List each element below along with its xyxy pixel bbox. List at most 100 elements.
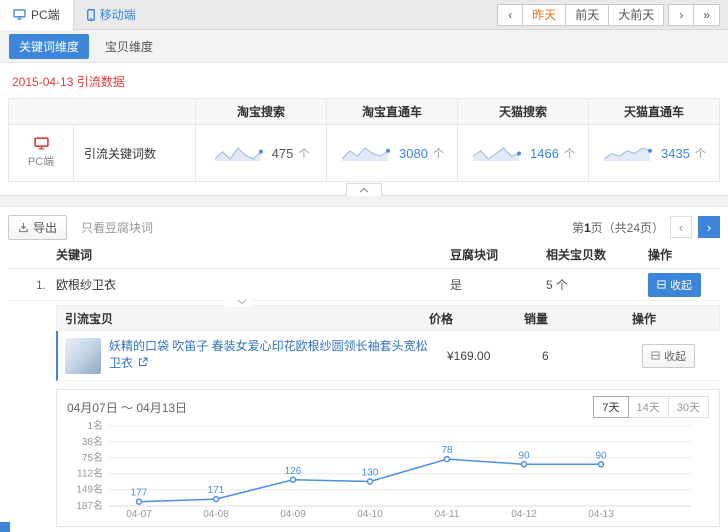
tab-pc[interactable]: PC端 xyxy=(0,0,74,30)
svg-text:126: 126 xyxy=(285,466,302,477)
tab-item-dimension[interactable]: 宝贝维度 xyxy=(105,38,153,55)
summary-collapse-toggle[interactable] xyxy=(346,183,382,196)
svg-text:38名: 38名 xyxy=(82,435,103,448)
sparkline xyxy=(471,143,525,163)
sparkline xyxy=(340,143,394,163)
header-tofu: 豆腐块词 xyxy=(450,246,546,263)
nav-prev-day-button[interactable]: ‹ xyxy=(497,4,523,26)
header-price: 价格 xyxy=(421,310,516,327)
chart-date-range: 04月07日 ～ 04月13日 xyxy=(67,399,187,416)
header-traffic-item: 引流宝贝 xyxy=(57,310,421,327)
svg-text:04-07: 04-07 xyxy=(126,509,152,520)
summary-col-tmall-ztc: 天猫直通车 xyxy=(588,99,719,125)
page-next-button[interactable]: › xyxy=(698,216,720,238)
export-label: 导出 xyxy=(33,219,57,236)
svg-text:90: 90 xyxy=(518,450,530,461)
corner-accent xyxy=(0,522,10,532)
metric-unit: 个 xyxy=(298,145,309,161)
page-prev-button[interactable]: ‹ xyxy=(670,216,692,238)
rank-chart-box: 04月07日 ～ 04月13日 7天 14天 30天 1名38名75名112名1… xyxy=(56,389,720,527)
product-sales: 6 xyxy=(534,349,642,363)
panel-gap xyxy=(0,196,728,206)
metric-value: 475 xyxy=(272,146,294,161)
svg-text:04-09: 04-09 xyxy=(280,509,306,520)
svg-text:187名: 187名 xyxy=(76,499,103,512)
table-toolbar: 导出 只看豆腐块词 第1页（共24页） ‹ › xyxy=(8,213,720,241)
range-7d-button[interactable]: 7天 xyxy=(593,396,628,418)
pagination: 第1页（共24页） ‹ › xyxy=(572,216,720,238)
header-action: 操作 xyxy=(648,246,720,263)
metric-unit: 个 xyxy=(695,145,706,161)
keywords-table-header: 关键词 豆腐块词 相关宝贝数 操作 xyxy=(8,241,720,269)
collapse-product-button[interactable]: 收起 xyxy=(642,344,695,368)
svg-text:04-08: 04-08 xyxy=(203,509,229,520)
header-item-count: 相关宝贝数 xyxy=(546,246,648,263)
summary-col-tmall-search: 天猫搜索 xyxy=(457,99,588,125)
chart-header: 04月07日 ～ 04月13日 7天 14天 30天 xyxy=(67,396,709,418)
svg-text:04-11: 04-11 xyxy=(435,509,460,520)
phone-icon xyxy=(87,9,95,21)
device-tab-bar: PC端 移动端 ‹ 昨天 前天 大前天 › » xyxy=(0,0,728,30)
metric-value: 1466 xyxy=(530,146,559,161)
keyword-detail-panel: 引流宝贝 价格 销量 操作 妖精的口袋 吹笛子 春装女爱心印花欧根纱圆领长袖套头… xyxy=(56,305,720,527)
item-count-value: 5 个 xyxy=(546,276,648,293)
summary-header-empty xyxy=(9,99,195,125)
summary-row-label: 引流关键词数 xyxy=(73,125,195,181)
svg-text:149名: 149名 xyxy=(76,483,103,496)
svg-text:78: 78 xyxy=(441,445,453,456)
tab-mobile-label: 移动端 xyxy=(100,6,136,23)
rank-line-chart: 1名38名75名112名149名187名17704-0717104-081260… xyxy=(67,420,707,520)
svg-text:171: 171 xyxy=(208,485,225,496)
svg-text:90: 90 xyxy=(595,450,607,461)
external-link-icon xyxy=(138,356,148,370)
tab-keyword-dimension[interactable]: 关键词维度 xyxy=(9,34,89,59)
summary-metric-tmall-ztc: 3435 个 xyxy=(588,125,719,181)
collapse-icon xyxy=(657,280,666,289)
nav-yesterday-button[interactable]: 昨天 xyxy=(522,4,566,26)
svg-text:112名: 112名 xyxy=(77,467,103,480)
summary-col-taobao-search: 淘宝搜索 xyxy=(195,99,326,125)
pagination-info: 第1页（共24页） xyxy=(572,219,664,236)
traffic-analytics-page: PC端 移动端 ‹ 昨天 前天 大前天 › » 关键词维度 宝贝维度 201 xyxy=(0,0,728,532)
summary-metric-tmall-search: 1466 个 xyxy=(457,125,588,181)
tab-pc-label: PC端 xyxy=(31,6,60,23)
collapse-keyword-button[interactable]: 收起 xyxy=(648,273,701,297)
summary-table: 淘宝搜索 淘宝直通车 天猫搜索 天猫直通车 PC端 引流关键词数 475 个 3… xyxy=(8,98,720,182)
range-30d-button[interactable]: 30天 xyxy=(668,396,709,418)
detail-table-header: 引流宝贝 价格 销量 操作 xyxy=(56,305,720,331)
export-button[interactable]: 导出 xyxy=(8,215,67,240)
date-title: 2015-04-13 引流数据 xyxy=(12,73,720,90)
chart-range-buttons: 7天 14天 30天 xyxy=(594,396,709,418)
range-14d-button[interactable]: 14天 xyxy=(628,396,669,418)
metric-value: 3435 xyxy=(661,146,690,161)
sparkline xyxy=(213,143,267,163)
nav-day-before-button[interactable]: 前天 xyxy=(565,4,609,26)
summary-device-label: PC端 xyxy=(28,153,54,169)
chevron-down-icon xyxy=(225,299,251,307)
nav-next-day-button[interactable]: › xyxy=(668,4,694,26)
svg-text:04-10: 04-10 xyxy=(357,509,383,520)
svg-text:1名: 1名 xyxy=(87,420,103,432)
dimension-tab-bar: 关键词维度 宝贝维度 xyxy=(0,30,728,62)
nav-latest-day-button[interactable]: » xyxy=(693,4,720,26)
svg-text:177: 177 xyxy=(131,488,148,499)
summary-metric-taobao-search: 475 个 xyxy=(195,125,326,181)
collapse-icon xyxy=(651,351,660,360)
summary-device-cell: PC端 xyxy=(9,125,73,181)
metric-value: 3080 xyxy=(399,146,428,161)
tab-mobile[interactable]: 移动端 xyxy=(74,0,149,30)
day-navigation: ‹ 昨天 前天 大前天 › » xyxy=(498,4,728,26)
nav-two-days-before-button[interactable]: 大前天 xyxy=(608,4,664,26)
monitor-icon xyxy=(13,9,26,20)
sparkline xyxy=(602,143,656,163)
monitor-icon xyxy=(34,137,49,150)
keywords-panel: 导出 只看豆腐块词 第1页（共24页） ‹ › 关键词 豆腐块词 相关宝贝数 操… xyxy=(0,206,728,532)
svg-text:04-12: 04-12 xyxy=(511,509,537,520)
keyword-text: 欧根纱卫衣 xyxy=(56,276,450,293)
tofu-value: 是 xyxy=(450,276,546,293)
product-thumbnail[interactable] xyxy=(65,338,101,374)
export-icon xyxy=(18,222,29,233)
product-row: 妖精的口袋 吹笛子 春装女爱心印花欧根纱圆领长袖套头宽松卫衣 ¥169.00 6… xyxy=(56,331,720,381)
filter-tofu-toggle[interactable]: 只看豆腐块词 xyxy=(81,219,153,236)
product-title-link[interactable]: 妖精的口袋 吹笛子 春装女爱心印花欧根纱圆领长袖套头宽松卫衣 xyxy=(109,338,439,373)
